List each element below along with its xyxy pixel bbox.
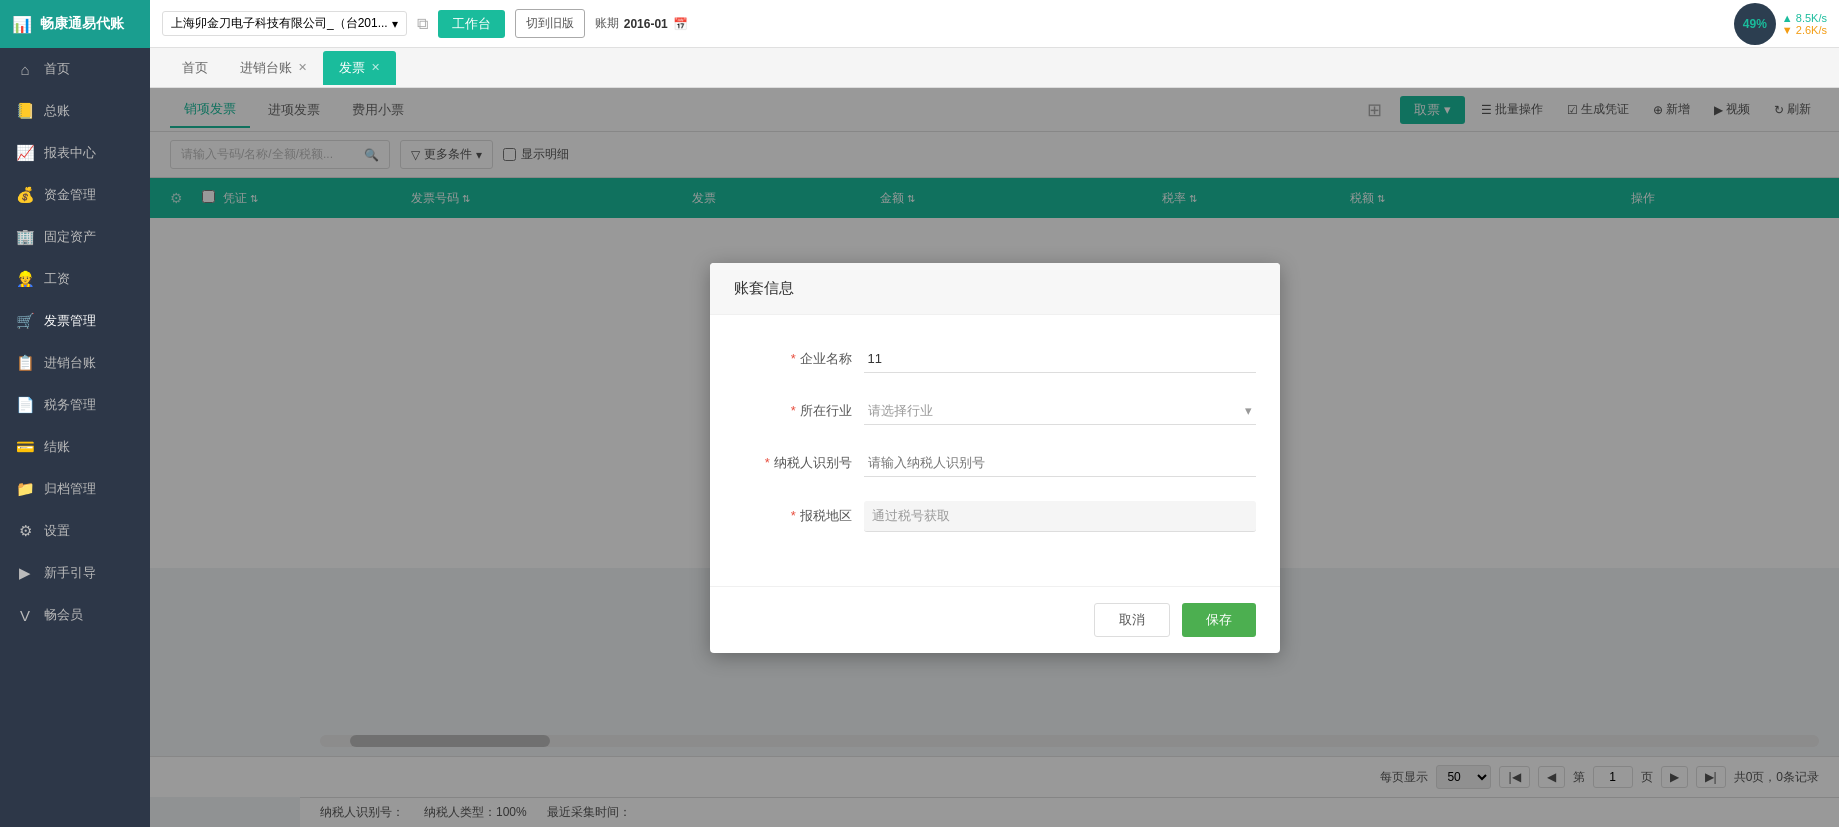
main-area: 上海卯金刀电子科技有限公司_（台201... ▾ ⧉ 工作台 切到旧版 账期 2… (150, 0, 1839, 827)
sidebar-item-settlement[interactable]: 💳 结账 (0, 426, 150, 468)
tab-inout[interactable]: 进销台账 ✕ (224, 51, 323, 85)
modal-footer: 取消 保存 (710, 586, 1280, 653)
tax-region-display: 通过税号获取 (864, 501, 1256, 532)
sidebar-item-member[interactable]: V 畅会员 (0, 594, 150, 636)
reports-icon: 📈 (16, 144, 34, 162)
workbench-button[interactable]: 工作台 (438, 10, 505, 38)
sidebar-item-assets[interactable]: 🏢 固定资产 (0, 216, 150, 258)
modal-overlay: 账套信息 * 企业名称 (150, 88, 1839, 827)
industry-select-wrapper: 请选择行业 ▾ (864, 397, 1256, 425)
save-button[interactable]: 保存 (1182, 603, 1256, 637)
sidebar-item-inout[interactable]: 📋 进销台账 (0, 342, 150, 384)
inout-icon: 📋 (16, 354, 34, 372)
tab-invoice-close-icon[interactable]: ✕ (371, 61, 380, 74)
sidebar-item-ledger[interactable]: 📒 总账 (0, 90, 150, 132)
cancel-button[interactable]: 取消 (1094, 603, 1170, 637)
sidebar-item-home[interactable]: ⌂ 首页 (0, 48, 150, 90)
industry-select[interactable]: 请选择行业 (868, 403, 1245, 418)
modal-body: * 企业名称 * 所在行业 (710, 315, 1280, 586)
settlement-icon: 💳 (16, 438, 34, 456)
sidebar-item-funds[interactable]: 💰 资金管理 (0, 174, 150, 216)
sidebar-item-label: 发票管理 (44, 312, 96, 330)
tab-bar: 首页 进销台账 ✕ 发票 ✕ (150, 48, 1839, 88)
company-dropdown-icon: ▾ (392, 17, 398, 31)
home-icon: ⌂ (16, 61, 34, 78)
tax-region-label: * 报税地区 (734, 507, 864, 525)
app-logo: 📊 畅康通易代账 (0, 0, 150, 48)
logo-text: 畅康通易代账 (40, 15, 124, 33)
modal-header: 账套信息 (710, 263, 1280, 315)
sidebar-item-label: 资金管理 (44, 186, 96, 204)
modal-title: 账套信息 (734, 279, 794, 296)
sidebar-item-label: 新手引导 (44, 564, 96, 582)
industry-label: * 所在行业 (734, 402, 864, 420)
sidebar: 📊 畅康通易代账 ⌂ 首页 📒 总账 📈 报表中心 💰 资金管理 🏢 固定资产 … (0, 0, 150, 827)
form-row-industry: * 所在行业 请选择行业 ▾ (734, 397, 1256, 425)
sidebar-item-label: 设置 (44, 522, 70, 540)
speed-up: ▲ 8.5K/s (1782, 12, 1827, 24)
calendar-icon[interactable]: 📅 (673, 17, 688, 31)
tax-id-label: * 纳税人识别号 (734, 454, 864, 472)
tab-home-label: 首页 (182, 59, 208, 77)
sidebar-item-label: 畅会员 (44, 606, 83, 624)
logo-icon: 📊 (12, 15, 32, 34)
sidebar-item-archive[interactable]: 📁 归档管理 (0, 468, 150, 510)
member-icon: V (16, 607, 34, 624)
tab-invoice[interactable]: 发票 ✕ (323, 51, 396, 85)
period-label: 账期 2016-01 📅 (595, 15, 688, 32)
content-area: 销项发票 进项发票 费用小票 ⊞ 取票 ▾ ☰ 批量操作 (150, 88, 1839, 827)
sidebar-item-payroll[interactable]: 👷 工资 (0, 258, 150, 300)
speed-info: ▲ 8.5K/s ▼ 2.6K/s (1782, 12, 1827, 36)
sidebar-item-label: 总账 (44, 102, 70, 120)
speed-down: ▼ 2.6K/s (1782, 24, 1827, 36)
ledger-icon: 📒 (16, 102, 34, 120)
settings-icon: ⚙ (16, 522, 34, 540)
account-info-modal: 账套信息 * 企业名称 (710, 263, 1280, 653)
sidebar-item-settings[interactable]: ⚙ 设置 (0, 510, 150, 552)
company-name-label: * 企业名称 (734, 350, 864, 368)
header-bar: 上海卯金刀电子科技有限公司_（台201... ▾ ⧉ 工作台 切到旧版 账期 2… (150, 0, 1839, 48)
tab-inout-label: 进销台账 (240, 59, 292, 77)
sidebar-item-label: 税务管理 (44, 396, 96, 414)
sidebar-item-label: 归档管理 (44, 480, 96, 498)
form-row-company-name: * 企业名称 (734, 345, 1256, 373)
tab-home[interactable]: 首页 (166, 51, 224, 85)
tab-invoice-label: 发票 (339, 59, 365, 77)
sidebar-item-invoice[interactable]: 🛒 发票管理 (0, 300, 150, 342)
form-row-tax-id: * 纳税人识别号 (734, 449, 1256, 477)
speed-widget: 49% (1734, 3, 1776, 45)
sidebar-item-label: 结账 (44, 438, 70, 456)
sidebar-item-guide[interactable]: ▶ 新手引导 (0, 552, 150, 594)
company-name-input[interactable] (864, 345, 1256, 373)
sidebar-item-label: 首页 (44, 60, 70, 78)
header-right: 49% ▲ 8.5K/s ▼ 2.6K/s (1734, 3, 1827, 45)
tab-inout-close-icon[interactable]: ✕ (298, 61, 307, 74)
old-version-button[interactable]: 切到旧版 (515, 9, 585, 38)
tax-icon: 📄 (16, 396, 34, 414)
assets-icon: 🏢 (16, 228, 34, 246)
industry-dropdown-icon: ▾ (1245, 403, 1252, 418)
sidebar-item-label: 进销台账 (44, 354, 96, 372)
sidebar-item-label: 固定资产 (44, 228, 96, 246)
tax-id-input[interactable] (864, 449, 1256, 477)
sidebar-item-reports[interactable]: 📈 报表中心 (0, 132, 150, 174)
sidebar-item-tax[interactable]: 📄 税务管理 (0, 384, 150, 426)
company-name: 上海卯金刀电子科技有限公司_（台201... (171, 15, 388, 32)
form-row-tax-region: * 报税地区 通过税号获取 (734, 501, 1256, 532)
copy-icon[interactable]: ⧉ (417, 15, 428, 33)
company-selector[interactable]: 上海卯金刀电子科技有限公司_（台201... ▾ (162, 11, 407, 36)
funds-icon: 💰 (16, 186, 34, 204)
archive-icon: 📁 (16, 480, 34, 498)
payroll-icon: 👷 (16, 270, 34, 288)
sidebar-item-label: 工资 (44, 270, 70, 288)
guide-icon: ▶ (16, 564, 34, 582)
sidebar-item-label: 报表中心 (44, 144, 96, 162)
invoice-icon: 🛒 (16, 312, 34, 330)
